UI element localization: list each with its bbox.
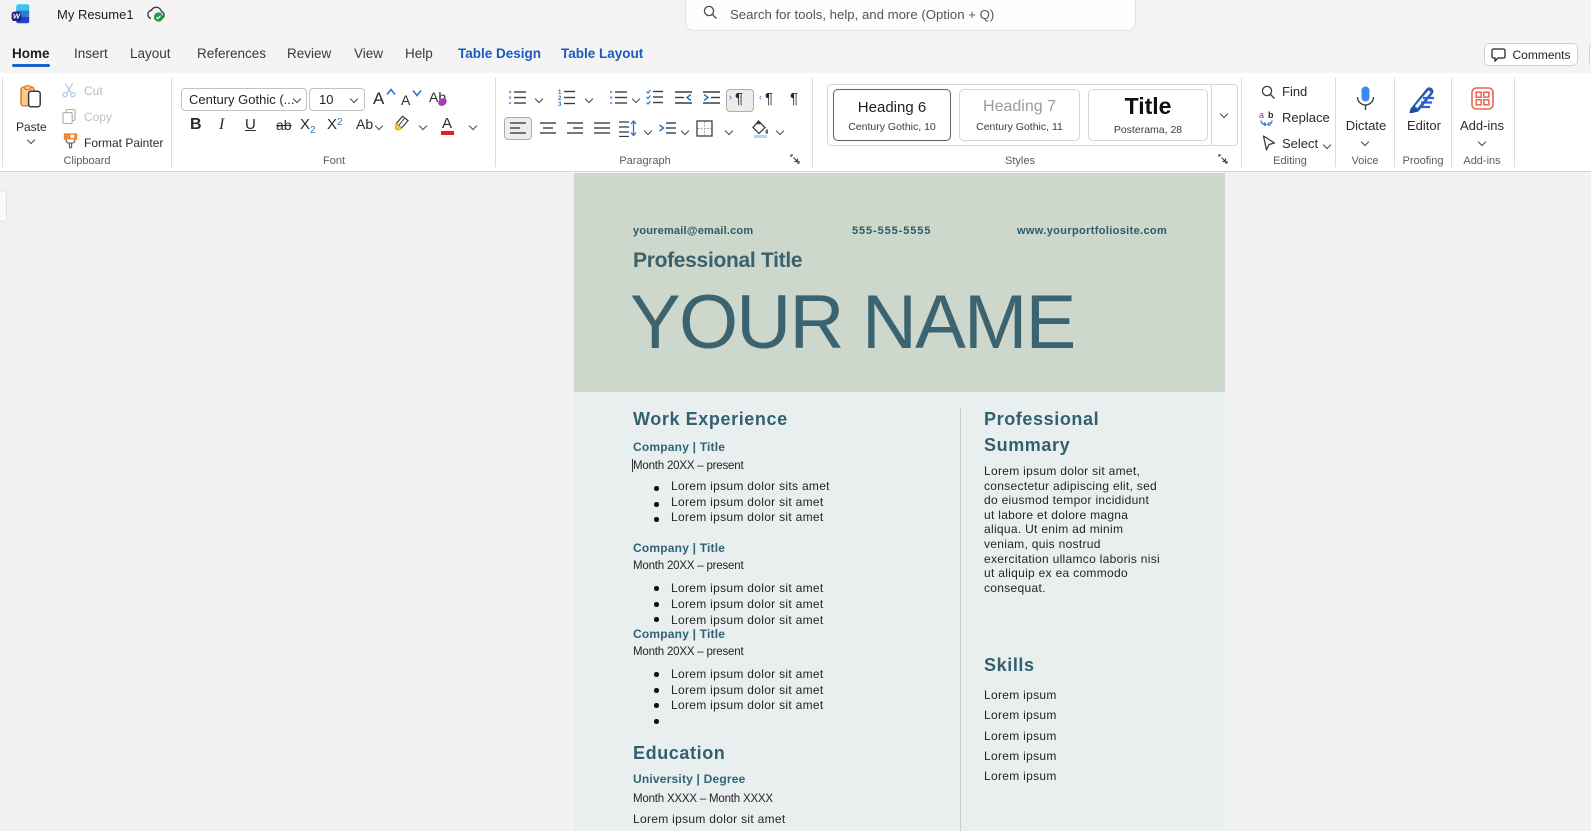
svg-text:3: 3 [558,102,562,106]
svg-text:b: b [1268,110,1274,120]
svg-text:c: c [1268,121,1272,126]
svg-text:W: W [13,12,21,21]
svg-text:a: a [1259,110,1264,120]
